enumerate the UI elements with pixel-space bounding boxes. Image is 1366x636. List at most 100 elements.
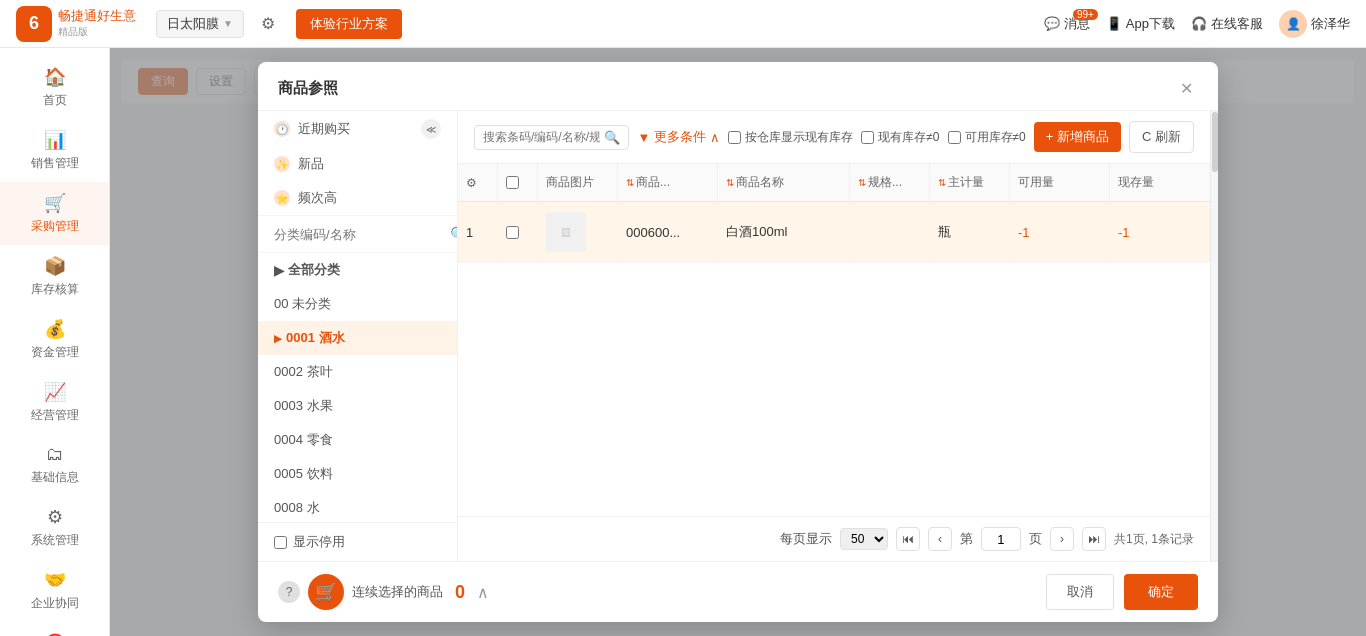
collapse-footer-icon[interactable]: ∧ <box>477 583 489 602</box>
warehouse-display-checkbox[interactable] <box>728 131 741 144</box>
modal-body: 🕐 近期购买 ≪ ✨ 新品 ⭐ 频次高 <box>258 111 1218 561</box>
user-item[interactable]: 👤 徐泽华 <box>1279 10 1350 38</box>
cart-icon-button[interactable]: 🛒 <box>308 574 344 610</box>
logo-text: 畅捷通好生意 <box>58 8 136 25</box>
category-item-snack[interactable]: 0004 零食 <box>258 423 457 457</box>
main-layout: 🏠 首页 📊 销售管理 🛒 采购管理 📦 库存核算 💰 资金管理 📈 经营管理 … <box>0 48 1366 636</box>
product-unit-value: 瓶 <box>938 223 951 241</box>
phone-icon: 📱 <box>1106 16 1122 31</box>
category-item-unclassified[interactable]: 00 未分类 <box>258 287 457 321</box>
filter-icon: ▼ <box>637 130 650 145</box>
last-page-button[interactable]: ⏭ <box>1082 527 1106 551</box>
quick-recent-label: 近期购买 <box>298 120 350 138</box>
gear-settings-icon[interactable]: ⚙ <box>466 176 477 190</box>
water-label: 0008 水 <box>274 499 320 517</box>
sidebar-item-home[interactable]: 🏠 首页 <box>0 56 109 119</box>
quick-freq-item[interactable]: ⭐ 频次高 <box>258 181 457 215</box>
confirm-button[interactable]: 确定 <box>1124 574 1198 610</box>
pagination: 每页显示 50 ⏮ ‹ 第 页 › ⏭ 共1页, 1条记录 <box>458 516 1210 561</box>
per-page-label: 每页显示 <box>780 530 832 548</box>
quick-new-item[interactable]: ✨ 新品 <box>258 147 457 181</box>
basic-info-icon: 🗂 <box>46 444 64 465</box>
sidebar-item-system[interactable]: ⚙ 系统管理 <box>0 496 109 559</box>
sidebar-item-label: 企业协同 <box>31 595 79 612</box>
sidebar-item-finance[interactable]: 💰 资金管理 <box>0 308 109 371</box>
category-item-liquor[interactable]: ▶ 0001 酒水 <box>258 321 457 355</box>
quick-recent-item[interactable]: 🕐 近期购买 ≪ <box>258 111 457 147</box>
category-search-input[interactable] <box>274 227 442 242</box>
row-name: 白酒100ml <box>718 202 850 262</box>
sidebar-item-label: 经营管理 <box>31 407 79 424</box>
sidebar-item-operations[interactable]: 📈 经营管理 <box>0 371 109 434</box>
sales-icon: 📊 <box>44 129 66 151</box>
col-num: ⚙ <box>458 164 498 201</box>
col-available-label: 可用量 <box>1018 174 1054 191</box>
message-item[interactable]: 💬 消息 99+ <box>1044 15 1090 33</box>
category-item-water[interactable]: 0008 水 <box>258 491 457 522</box>
available-nonzero-label: 现有库存≠0 <box>878 129 939 146</box>
purchase-icon: 🛒 <box>44 192 66 214</box>
avatar: 👤 <box>1279 10 1307 38</box>
category-item-tea[interactable]: 0002 茶叶 <box>258 355 457 389</box>
sidebar-item-basic-info[interactable]: 🗂 基础信息 <box>0 434 109 496</box>
scroll-thumb[interactable] <box>1212 112 1218 172</box>
select-all-checkbox[interactable] <box>506 176 519 189</box>
available-nonzero-checkbox[interactable] <box>861 131 874 144</box>
row-select-checkbox[interactable] <box>506 226 519 239</box>
next-page-button[interactable]: › <box>1050 527 1074 551</box>
img-placeholder-icon: 🖼 <box>561 227 571 238</box>
col-product-name: ⇅ 商品名称 <box>718 164 850 201</box>
collapse-button[interactable]: ≪ <box>421 119 441 139</box>
search-icon[interactable]: 🔍 <box>604 130 620 145</box>
modal-close-button[interactable]: ✕ <box>1174 76 1198 100</box>
per-page-select[interactable]: 50 <box>840 528 888 550</box>
app-download-item[interactable]: 📱 App下载 <box>1106 15 1175 33</box>
usable-nonzero-checkbox[interactable] <box>948 131 961 144</box>
store-selector[interactable]: 日太阳膜 ▼ <box>156 10 244 38</box>
add-product-button[interactable]: + 新增商品 <box>1034 122 1121 152</box>
show-disabled-checkbox[interactable] <box>274 536 287 549</box>
sidebar-item-guide[interactable]: 🎯 新手引导 <box>0 622 109 636</box>
warehouse-display-checkbox-label[interactable]: 按仓库显示现有库存 <box>728 129 853 146</box>
prev-page-button[interactable]: ‹ <box>928 527 952 551</box>
page-label: 第 <box>960 530 973 548</box>
category-item-beverage[interactable]: 0005 饮料 <box>258 457 457 491</box>
sidebar-item-purchase[interactable]: 🛒 采购管理 <box>0 182 109 245</box>
table-body: 1 🖼 <box>458 202 1210 516</box>
product-search-input[interactable] <box>483 130 600 144</box>
category-search-bar: 🔍 <box>258 216 457 253</box>
sidebar-item-enterprise[interactable]: 🤝 企业协同 <box>0 559 109 622</box>
col-spec: ⇅ 规格... <box>850 164 930 201</box>
usable-nonzero-checkbox-label[interactable]: 可用库存≠0 <box>948 129 1026 146</box>
sort-icon3: ⇅ <box>858 177 866 188</box>
filter-more-label: 更多条件 <box>654 128 706 146</box>
navbar-right: 💬 消息 99+ 📱 App下载 🎧 在线客服 👤 徐泽华 <box>1044 10 1350 38</box>
row-code: 000600... <box>618 202 718 262</box>
category-search-icon[interactable]: 🔍 <box>450 226 458 242</box>
guide-icon: 🎯 <box>44 632 66 636</box>
modal-header: 商品参照 ✕ <box>258 62 1218 111</box>
vertical-scrollbar[interactable] <box>1210 111 1218 561</box>
sidebar-item-sales[interactable]: 📊 销售管理 <box>0 119 109 182</box>
online-service-item[interactable]: 🎧 在线客服 <box>1191 15 1263 33</box>
total-pages-info: 共1页, 1条记录 <box>1114 531 1194 548</box>
category-item-fruit[interactable]: 0003 水果 <box>258 389 457 423</box>
available-nonzero-checkbox-label[interactable]: 现有库存≠0 <box>861 129 939 146</box>
row-checkbox[interactable] <box>498 202 538 262</box>
refresh-button[interactable]: C 刷新 <box>1129 121 1194 153</box>
category-item-all[interactable]: ▶ 全部分类 <box>258 253 457 287</box>
system-icon: ⚙ <box>47 506 63 528</box>
page-number-input[interactable] <box>981 527 1021 551</box>
table-row[interactable]: 1 🖼 <box>458 202 1210 263</box>
help-icon[interactable]: ? <box>278 581 300 603</box>
settings-icon[interactable]: ⚙ <box>252 8 284 40</box>
message-icon: 💬 <box>1044 16 1060 31</box>
sort-icon4: ⇅ <box>938 177 946 188</box>
col-product-code: ⇅ 商品... <box>618 164 718 201</box>
experience-button[interactable]: 体验行业方案 <box>296 9 402 39</box>
sidebar-item-label: 销售管理 <box>31 155 79 172</box>
first-page-button[interactable]: ⏮ <box>896 527 920 551</box>
sidebar-item-inventory[interactable]: 📦 库存核算 <box>0 245 109 308</box>
filter-more-button[interactable]: ▼ 更多条件 ∧ <box>637 128 720 146</box>
cancel-button[interactable]: 取消 <box>1046 574 1114 610</box>
